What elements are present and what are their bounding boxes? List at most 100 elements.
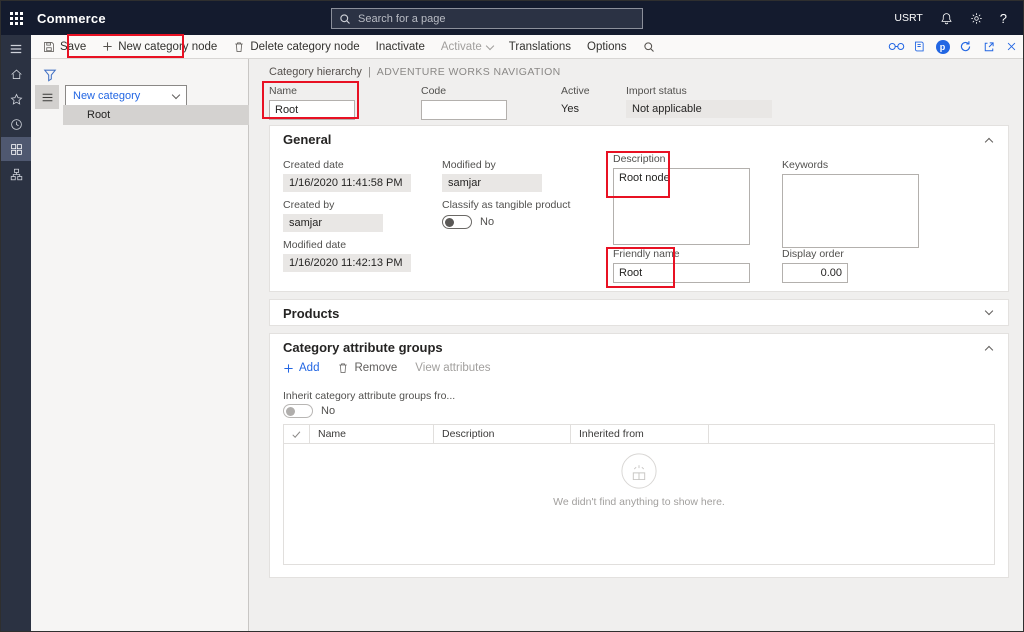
empty-state: We didn't find anything to show here. <box>284 444 994 508</box>
friendly-name-field: Friendly name <box>613 248 750 283</box>
display-order-field: Display order <box>782 248 848 283</box>
guide-book-icon <box>914 41 924 52</box>
created-date-value: 1/16/2020 11:41:58 PM <box>283 174 411 192</box>
remove-button[interactable]: Remove <box>337 362 397 374</box>
inactivate-button[interactable]: Inactivate <box>368 35 433 59</box>
display-order-input[interactable] <box>782 263 848 283</box>
refresh-icon <box>960 41 971 52</box>
description-textarea[interactable]: Root node <box>613 168 750 245</box>
code-label: Code <box>421 85 447 97</box>
products-section-title: Products <box>283 305 340 321</box>
general-section-title: General <box>283 131 332 147</box>
column-header-description[interactable]: Description <box>434 425 571 443</box>
hierarchy-icon <box>10 168 22 180</box>
home-icon <box>10 68 22 79</box>
empty-state-message: We didn't find anything to show here. <box>553 496 725 508</box>
new-category-dropdown[interactable]: New category <box>65 85 187 107</box>
modified-by-value: samjar <box>442 174 542 192</box>
rail-favorites-button[interactable] <box>1 87 31 111</box>
inherit-attribute-groups-value: No <box>321 405 336 417</box>
delete-category-node-button[interactable]: Delete category node <box>225 35 367 59</box>
tree-item-label: Root <box>87 109 111 121</box>
app-launcher-button[interactable] <box>1 1 31 35</box>
action-bar-search-button[interactable] <box>635 35 663 59</box>
add-button[interactable]: Add <box>283 362 319 374</box>
options-label: Options <box>587 40 627 53</box>
name-input[interactable] <box>269 100 355 120</box>
close-button[interactable] <box>1000 35 1023 59</box>
created-by-label: Created by <box>283 199 335 211</box>
expand-chevron-icon <box>984 306 994 316</box>
code-input[interactable] <box>421 100 507 120</box>
expand-navigation-button[interactable] <box>1 37 31 61</box>
list-icon <box>42 93 52 101</box>
rail-hierarchy-button[interactable] <box>1 162 31 186</box>
description-label: Description <box>613 153 666 165</box>
tree-item-root[interactable]: Root <box>63 105 249 125</box>
view-attributes-button[interactable]: View attributes <box>415 362 490 374</box>
hamburger-icon <box>10 44 22 54</box>
task-recorder-button[interactable] <box>885 35 908 59</box>
settings-gear-icon[interactable] <box>970 12 983 25</box>
main-content: Category hierarchy | ADVENTURE WORKS NAV… <box>249 59 1023 631</box>
open-new-window-icon <box>984 41 994 51</box>
keywords-field: Keywords <box>782 159 919 248</box>
plus-icon <box>284 363 293 373</box>
attribute-groups-table: Name Description Inherited from We didn'… <box>283 424 995 565</box>
inherit-attribute-groups-toggle[interactable] <box>283 404 313 418</box>
guide-button[interactable] <box>908 35 931 59</box>
category-attribute-groups-header[interactable]: Category attribute groups <box>270 334 1008 360</box>
options-button[interactable]: Options <box>579 35 635 59</box>
classify-tangible-toggle[interactable] <box>442 215 472 229</box>
keywords-label: Keywords <box>782 159 829 171</box>
column-header-inherited-from[interactable]: Inherited from <box>571 425 709 443</box>
general-section-header[interactable]: General <box>270 126 1008 152</box>
filter-funnel-icon <box>43 69 57 82</box>
general-section: General Created date 1/16/2020 11:41:58 … <box>269 125 1009 292</box>
favorites-star-icon <box>10 93 22 105</box>
friendly-name-input[interactable] <box>613 263 750 283</box>
inactivate-label: Inactivate <box>375 40 425 53</box>
category-tree-panel: New category Root <box>31 59 249 631</box>
refresh-button[interactable] <box>954 35 977 59</box>
open-new-window-button[interactable] <box>977 35 1000 59</box>
help-icon[interactable]: ? <box>1000 11 1007 26</box>
products-section-header[interactable]: Products <box>270 300 1008 326</box>
new-category-dropdown-label: New category <box>73 90 141 102</box>
translations-button[interactable]: Translations <box>501 35 579 59</box>
translations-label: Translations <box>508 40 572 53</box>
rail-home-button[interactable] <box>1 62 31 86</box>
add-label: Add <box>299 362 320 374</box>
filter-button[interactable] <box>39 64 61 86</box>
power-apps-button[interactable]: p <box>931 35 954 59</box>
tree-list-view-button[interactable] <box>35 85 59 109</box>
display-order-label: Display order <box>782 248 844 260</box>
trash-icon <box>339 363 348 373</box>
keywords-textarea[interactable] <box>782 174 919 248</box>
top-navigation-bar: Commerce USRT ? <box>1 1 1023 35</box>
created-date-field: Created date 1/16/2020 11:41:58 PM <box>283 159 411 192</box>
user-id-label[interactable]: USRT <box>894 12 922 24</box>
activate-button[interactable]: Activate <box>433 35 501 59</box>
products-section: Products <box>269 299 1009 326</box>
new-category-node-button[interactable]: New category node <box>94 35 225 59</box>
app-window: Commerce USRT ? <box>0 0 1024 632</box>
save-button[interactable]: Save <box>35 35 94 59</box>
app-title: Commerce <box>37 10 106 26</box>
rail-modules-button[interactable] <box>1 137 31 161</box>
view-attributes-label: View attributes <box>415 362 491 374</box>
global-search-input[interactable] <box>358 12 635 25</box>
import-status-value: Not applicable <box>626 100 772 118</box>
rail-recent-button[interactable] <box>1 112 31 136</box>
notifications-bell-icon[interactable] <box>940 12 953 25</box>
search-icon <box>643 41 655 53</box>
column-header-name[interactable]: Name <box>310 425 434 443</box>
breadcrumb-form-caption[interactable]: Category hierarchy <box>269 66 362 78</box>
modified-by-field: Modified by samjar <box>442 159 542 192</box>
active-label: Active <box>561 85 590 97</box>
global-search-box[interactable] <box>331 8 643 29</box>
modules-grid-icon <box>10 143 22 155</box>
topbar-right-cluster: USRT ? <box>894 11 1023 26</box>
code-field: Code <box>421 85 507 120</box>
select-all-check-icon[interactable] <box>284 425 310 443</box>
